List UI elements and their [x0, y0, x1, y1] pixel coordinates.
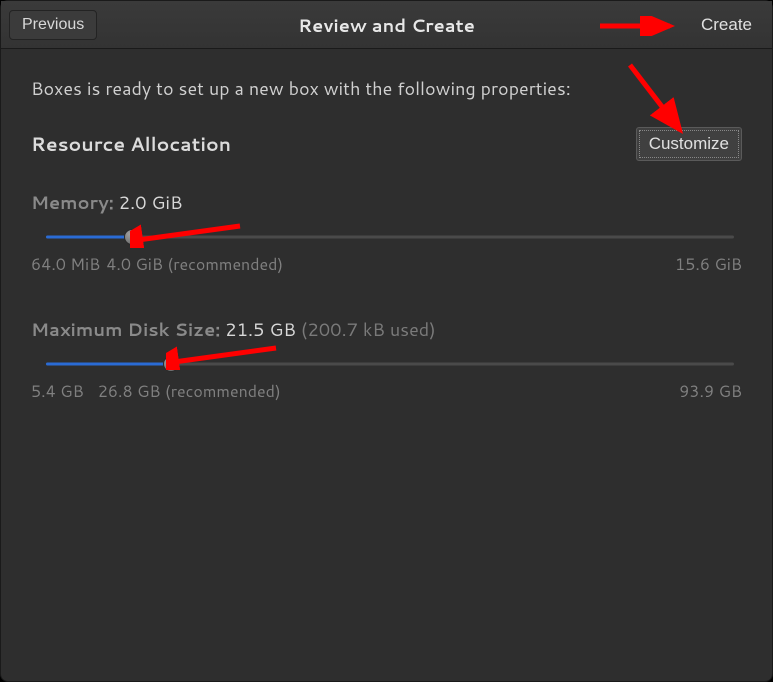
disk-max: 93.9 GB — [679, 380, 742, 403]
slider-fill — [46, 363, 171, 366]
disk-used: (200.7 kB used) — [301, 316, 436, 342]
slider-thumb[interactable] — [163, 356, 179, 372]
memory-min: 64.0 MiB — [31, 253, 100, 276]
slider-track — [46, 236, 734, 239]
memory-slider[interactable] — [46, 227, 734, 247]
memory-recommended: 4.0 GiB (recommended) — [106, 253, 283, 276]
memory-marks: 64.0 MiB 4.0 GiB (recommended) 15.6 GiB — [31, 253, 742, 276]
disk-recommended: 26.8 GB (recommended) — [98, 380, 281, 403]
memory-block: Memory: 2.0 GiB 64.0 MiB 4.0 GiB (recomm… — [31, 189, 742, 276]
disk-block: Maximum Disk Size: 21.5 GB (200.7 kB use… — [31, 316, 742, 403]
intro-text: Boxes is ready to set up a new box with … — [31, 75, 742, 101]
disk-min: 5.4 GB — [31, 380, 84, 403]
section-heading: Resource Allocation — [31, 131, 231, 158]
disk-marks: 5.4 GB 26.8 GB (recommended) 93.9 GB — [31, 380, 742, 403]
header-bar: Previous Review and Create Create — [1, 1, 772, 49]
disk-value: 21.5 GB — [225, 316, 296, 342]
memory-max: 15.6 GiB — [675, 253, 742, 276]
customize-button[interactable]: Customize — [636, 127, 742, 161]
create-button[interactable]: Create — [689, 9, 764, 41]
page-title: Review and Create — [1, 12, 772, 38]
memory-label: Memory: — [31, 189, 114, 215]
slider-fill — [46, 236, 132, 239]
disk-slider[interactable] — [46, 354, 734, 374]
content-area: Boxes is ready to set up a new box with … — [1, 49, 772, 681]
disk-label: Maximum Disk Size: — [31, 316, 220, 342]
memory-value: 2.0 GiB — [119, 189, 183, 215]
previous-button[interactable]: Previous — [9, 10, 97, 40]
dialog-window: Previous Review and Create Create Boxes … — [0, 0, 773, 682]
slider-thumb[interactable] — [124, 229, 140, 245]
